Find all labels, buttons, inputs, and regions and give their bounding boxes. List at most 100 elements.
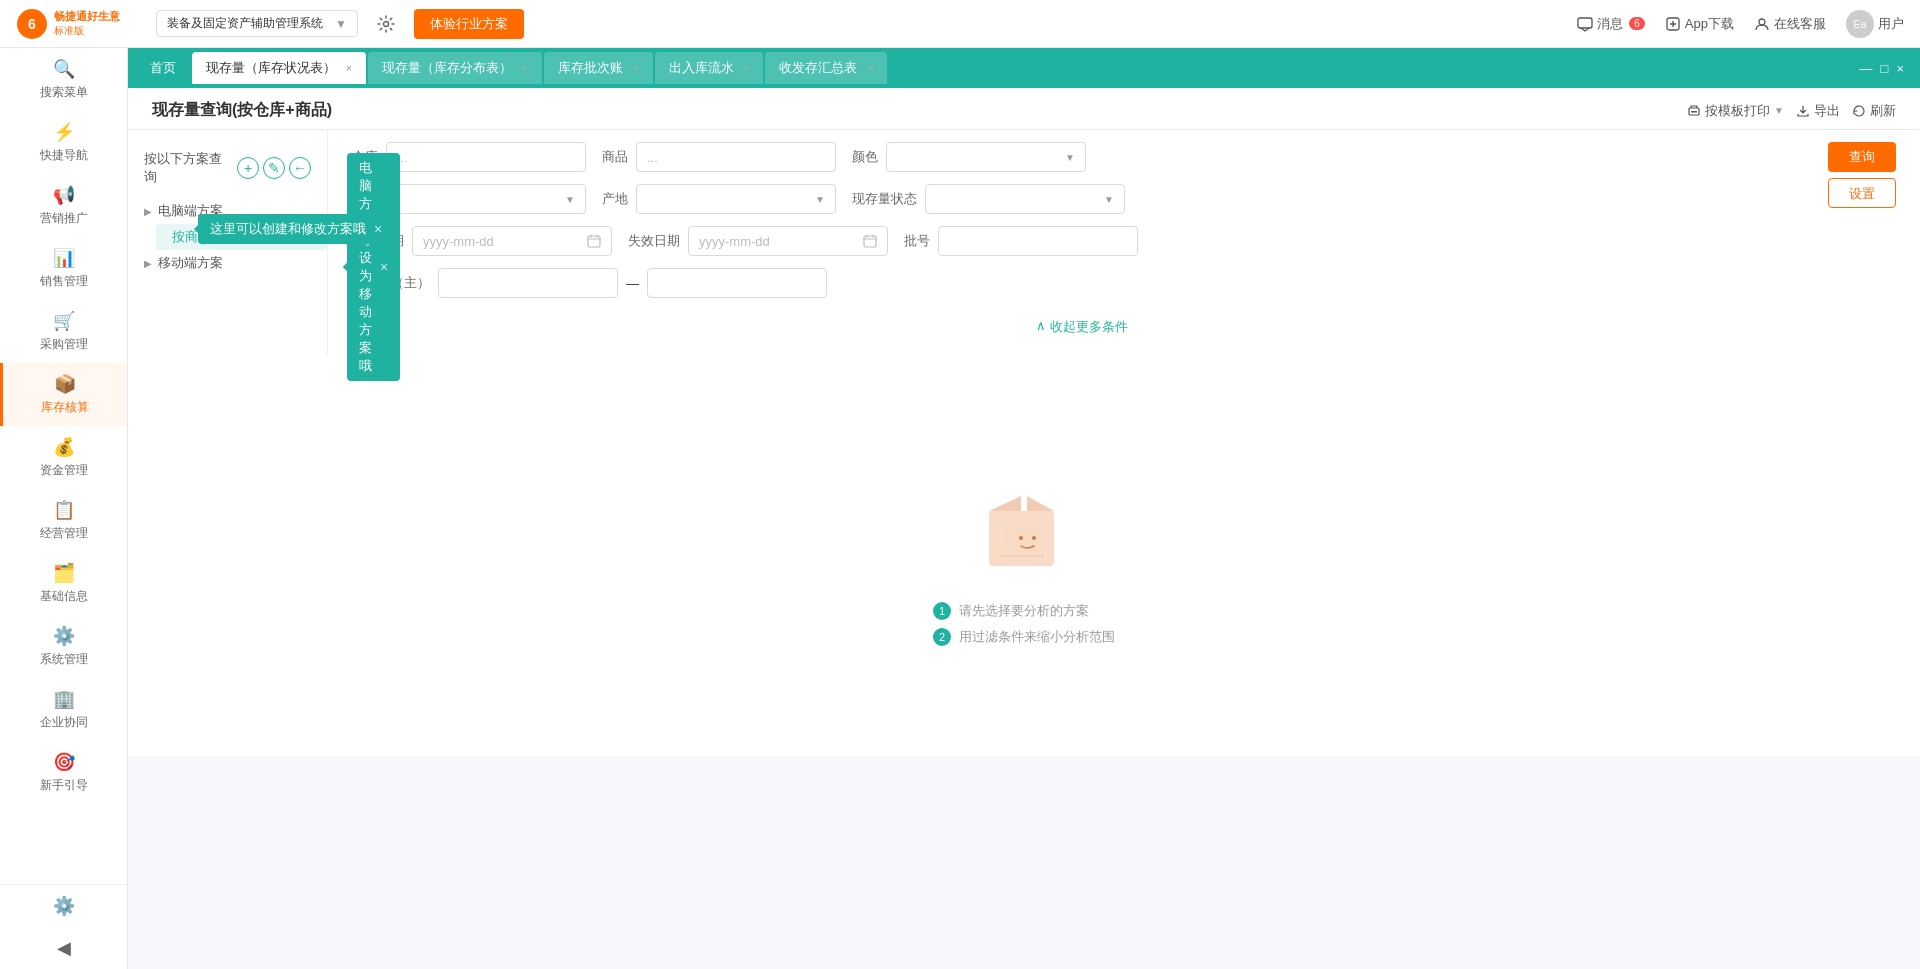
chevron-right-icon: ▶ <box>144 206 152 217</box>
lightning-icon: ⚡ <box>53 121 75 143</box>
sidebar-item-purchase[interactable]: 🛒 采购管理 <box>0 300 127 363</box>
filter-scheme-header: 按以下方案查询 + ✎ ← 电脑方案可设为移动方案哦 <box>128 142 327 190</box>
step-2-num: 2 <box>933 628 951 646</box>
tab-close-collect-summary[interactable]: × <box>867 63 873 74</box>
chevron-up-icon: ∧ <box>1036 318 1046 336</box>
message-btn[interactable]: 消息 6 <box>1577 15 1645 33</box>
add-scheme-btn[interactable]: + <box>237 157 259 179</box>
tab-close-inventory-status[interactable]: × <box>346 63 352 74</box>
filter-btn-group: 查询 设置 <box>1828 142 1896 208</box>
sidebar-item-marketing[interactable]: 📢 营销推广 <box>0 174 127 237</box>
tab-home[interactable]: 首页 <box>136 52 190 84</box>
online-service-btn[interactable]: 在线客服 <box>1754 15 1826 33</box>
scheme-tooltip-1-close[interactable]: × <box>380 259 388 275</box>
filter-item-expiry-date: 失效日期 yyyy-mm-dd <box>628 226 888 256</box>
color-select[interactable]: ▼ <box>886 142 1086 172</box>
filter-item-origin: 产地 ▼ <box>602 184 836 214</box>
sidebar-item-operations[interactable]: 📋 经营管理 <box>0 489 127 552</box>
sidebar-item-sales[interactable]: 📊 销售管理 <box>0 237 127 300</box>
goods-select[interactable]: ... <box>636 142 836 172</box>
sidebar-item-quick-nav[interactable]: ⚡ 快捷导航 <box>0 111 127 174</box>
scheme-tooltip-2-close[interactable]: × <box>374 221 382 237</box>
warehouse-select[interactable]: ... <box>386 142 586 172</box>
size-select[interactable]: ▼ <box>386 184 586 214</box>
svg-point-14 <box>1019 536 1023 540</box>
logo-text: 畅捷通好生意 标准版 <box>54 9 120 38</box>
filter-main: 仓库 ... 商品 <box>328 130 1920 356</box>
sidebar-item-inventory[interactable]: 📦 库存核算 <box>0 363 127 426</box>
minimize-btn[interactable]: — <box>1860 61 1873 76</box>
tab-close-inout-flow[interactable]: × <box>744 63 750 74</box>
sidebar-collapse-btn[interactable]: ◀ <box>0 927 127 969</box>
tab-close-inventory-dist[interactable]: × <box>522 63 528 74</box>
stock-main-to[interactable] <box>647 268 827 298</box>
stock-main-from[interactable] <box>438 268 618 298</box>
tab-window-actions: — □ × <box>1852 61 1912 76</box>
refresh-btn[interactable]: 刷新 <box>1852 102 1896 120</box>
tab-inventory-dist[interactable]: 现存量（库存分布表） × <box>368 52 542 84</box>
filter-row-1-wrap: 仓库 ... 商品 <box>352 142 1896 344</box>
search-btn[interactable]: 查询 <box>1828 142 1896 172</box>
basic-info-icon: 🗂️ <box>53 562 75 584</box>
sidebar-item-guide[interactable]: 🎯 新手引导 <box>0 741 127 804</box>
chevron-down-icon: ▼ <box>1774 105 1784 116</box>
back-scheme-btn[interactable]: ← <box>289 157 311 179</box>
tab-batch-ledger[interactable]: 库存批次账 × <box>544 52 653 84</box>
filter-item-stock-main: 现存量（主） — <box>352 268 827 298</box>
filter-container: 按以下方案查询 + ✎ ← 电脑方案可设为移动方案哦 <box>128 130 1920 356</box>
close-btn[interactable]: × <box>1896 61 1904 76</box>
template-print-btn[interactable]: 按模板打印 ▼ <box>1687 102 1784 120</box>
expiry-date-input[interactable]: yyyy-mm-dd <box>688 226 888 256</box>
system-selector[interactable]: 装备及固定资产辅助管理系统 ▼ <box>156 10 358 37</box>
page-title: 现存量查询(按仓库+商品) <box>152 100 332 121</box>
stock-status-select[interactable]: ▼ <box>925 184 1125 214</box>
edit-scheme-btn[interactable]: ✎ <box>263 157 285 179</box>
stock-main-range: — <box>438 268 827 298</box>
empty-steps: 1 请先选择要分析的方案 2 用过滤条件来缩小分析范围 <box>933 602 1115 646</box>
sidebar-item-search-menu[interactable]: 🔍 搜索菜单 <box>0 48 127 111</box>
user-menu[interactable]: Ea 用户 <box>1846 10 1904 38</box>
step-1-num: 1 <box>933 602 951 620</box>
svg-point-2 <box>383 21 388 26</box>
empty-state-area: 1 请先选择要分析的方案 2 用过滤条件来缩小分析范围 <box>128 356 1920 756</box>
header-actions: 按模板打印 ▼ 导出 刷新 <box>1687 102 1896 120</box>
tab-inventory-status[interactable]: 现存量（库存状况表） × <box>192 52 366 84</box>
prod-date-input[interactable]: yyyy-mm-dd <box>412 226 612 256</box>
svg-point-15 <box>1032 536 1036 540</box>
chevron-down-icon-color: ▼ <box>1065 152 1075 163</box>
svg-rect-9 <box>864 236 876 247</box>
batch-input[interactable] <box>938 226 1138 256</box>
chevron-down-icon-stock-status: ▼ <box>1104 194 1114 205</box>
sidebar-item-basic-info[interactable]: 🗂️ 基础信息 <box>0 552 127 615</box>
sidebar-item-enterprise[interactable]: 🏢 企业协同 <box>0 678 127 741</box>
industry-btn[interactable]: 体验行业方案 <box>414 9 524 39</box>
empty-step-1: 1 请先选择要分析的方案 <box>933 602 1115 620</box>
scheme-desktop-items: 按商品 这里可以创建和修改方案哦 × <box>128 224 327 250</box>
settings-icon-btn[interactable] <box>370 8 402 40</box>
svg-marker-11 <box>989 496 1021 511</box>
scheme-mobile[interactable]: ▶ 移动端方案 <box>128 250 327 276</box>
sidebar-item-system[interactable]: ⚙️ 系统管理 <box>0 615 127 678</box>
inventory-icon: 📦 <box>54 373 76 395</box>
scheme-tooltip-1: 电脑方案可设为移动方案哦 × <box>347 153 400 381</box>
maximize-btn[interactable]: □ <box>1881 61 1889 76</box>
scheme-tree: ▶ 电脑端方案 按商品 <box>128 190 327 284</box>
reset-btn[interactable]: 设置 <box>1828 178 1896 208</box>
sidebar-item-finance[interactable]: 💰 资金管理 <box>0 426 127 489</box>
sidebar: 🔍 搜索菜单 ⚡ 快捷导航 📢 营销推广 📊 销售管理 🛒 采购管理 📦 <box>0 48 128 969</box>
tab-inout-flow[interactable]: 出入库流水 × <box>655 52 764 84</box>
collapse-btn[interactable]: ∧ 收起更多条件 <box>352 310 1812 344</box>
filter-fields: 仓库 ... 商品 <box>352 142 1812 344</box>
tab-collect-summary[interactable]: 收发存汇总表 × <box>765 52 887 84</box>
sales-icon: 📊 <box>53 247 75 269</box>
tab-close-batch-ledger[interactable]: × <box>633 63 639 74</box>
origin-select[interactable]: ▼ <box>636 184 836 214</box>
top-bar: 6 畅捷通好生意 标准版 装备及固定资产辅助管理系统 ▼ 体验行业方案 消息 6 <box>0 0 1920 48</box>
app-download-btn[interactable]: App下载 <box>1665 15 1734 33</box>
scheme-tooltip-2: 这里可以创建和修改方案哦 × <box>198 214 394 244</box>
tab-bar: 首页 现存量（库存状况表） × 现存量（库存分布表） × 库存批次账 × 出入库… <box>128 48 1920 88</box>
sidebar-settings-btn[interactable]: ⚙️ <box>0 885 127 927</box>
enterprise-icon: 🏢 <box>53 688 75 710</box>
filter-row-1: 仓库 ... 商品 <box>352 142 1812 172</box>
export-btn[interactable]: 导出 <box>1796 102 1840 120</box>
